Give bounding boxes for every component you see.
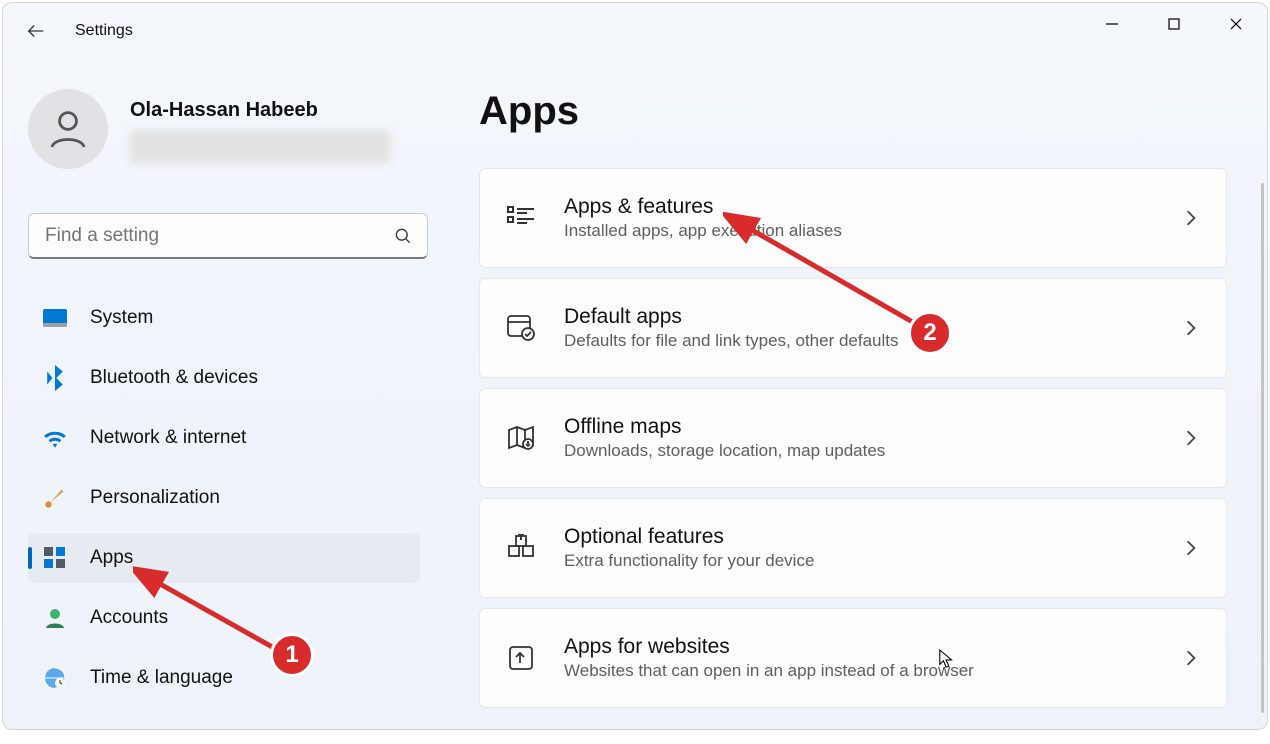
card-sub: Installed apps, app execution aliases <box>564 221 1182 241</box>
nav-label: System <box>90 307 153 329</box>
card-title: Offline maps <box>564 415 1182 439</box>
window-controls <box>1081 3 1267 45</box>
chevron-right-icon <box>1182 649 1200 667</box>
nav-label: Bluetooth & devices <box>90 367 258 389</box>
brush-icon <box>42 485 68 511</box>
minimize-button[interactable] <box>1081 3 1143 45</box>
card-optional-features[interactable]: Optional features Extra functionality fo… <box>479 498 1227 598</box>
nav-label: Personalization <box>90 487 220 509</box>
minimize-icon <box>1105 17 1119 31</box>
wifi-icon <box>42 425 68 451</box>
nav-label: Accounts <box>90 607 168 629</box>
person-icon <box>44 105 92 153</box>
nav-label: Apps <box>90 547 133 569</box>
clock-globe-icon <box>42 665 68 691</box>
avatar <box>28 89 108 169</box>
card-sub: Websites that can open in an app instead… <box>564 661 1182 681</box>
nav-system[interactable]: System <box>28 293 420 343</box>
main-panel: Apps Apps & features Installed apps, app… <box>435 59 1267 729</box>
optional-features-icon <box>506 533 536 563</box>
nav-list: System Bluetooth & devices Network & int… <box>28 293 420 703</box>
profile-name: Ola-Hassan Habeeb <box>130 99 390 122</box>
search-box[interactable] <box>28 213 428 259</box>
settings-window: Settings Ola-Hassan Habeeb <box>2 2 1268 730</box>
nav-personalization[interactable]: Personalization <box>28 473 420 523</box>
nav-apps[interactable]: Apps <box>28 533 420 583</box>
chevron-right-icon <box>1182 319 1200 337</box>
nav-bluetooth[interactable]: Bluetooth & devices <box>28 353 420 403</box>
chevron-right-icon <box>1182 539 1200 557</box>
map-icon <box>506 423 536 453</box>
nav-label: Network & internet <box>90 427 246 449</box>
card-title: Apps & features <box>564 195 1182 219</box>
search-input[interactable] <box>43 224 393 248</box>
chevron-right-icon <box>1182 429 1200 447</box>
page-heading: Apps <box>479 89 1227 134</box>
system-icon <box>42 305 68 331</box>
card-sub: Extra functionality for your device <box>564 551 1182 571</box>
card-sub: Defaults for file and link types, other … <box>564 331 1182 351</box>
title-bar: Settings <box>3 3 1267 59</box>
card-offline-maps[interactable]: Offline maps Downloads, storage location… <box>479 388 1227 488</box>
card-title: Apps for websites <box>564 635 1182 659</box>
card-apps-websites[interactable]: Apps for websites Websites that can open… <box>479 608 1227 708</box>
close-button[interactable] <box>1205 3 1267 45</box>
sidebar: Ola-Hassan Habeeb System <box>3 59 435 729</box>
maximize-button[interactable] <box>1143 3 1205 45</box>
content-area: Ola-Hassan Habeeb System <box>3 59 1267 729</box>
scrollbar[interactable] <box>1261 183 1264 713</box>
apps-websites-icon <box>506 643 536 673</box>
chevron-right-icon <box>1182 209 1200 227</box>
apps-icon <box>42 545 68 571</box>
default-apps-icon <box>506 313 536 343</box>
nav-network[interactable]: Network & internet <box>28 413 420 463</box>
back-button[interactable] <box>25 20 47 42</box>
close-icon <box>1229 17 1243 31</box>
app-title: Settings <box>75 22 133 40</box>
card-title: Default apps <box>564 305 1182 329</box>
nav-label: Time & language <box>90 667 233 689</box>
card-sub: Downloads, storage location, map updates <box>564 441 1182 461</box>
search-icon <box>393 226 413 246</box>
accounts-icon <box>42 605 68 631</box>
list-icon <box>506 203 536 233</box>
arrow-left-icon <box>25 20 47 42</box>
bluetooth-icon <box>42 365 68 391</box>
card-apps-features[interactable]: Apps & features Installed apps, app exec… <box>479 168 1227 268</box>
maximize-icon <box>1167 17 1181 31</box>
card-title: Optional features <box>564 525 1182 549</box>
nav-accounts[interactable]: Accounts <box>28 593 420 643</box>
card-default-apps[interactable]: Default apps Defaults for file and link … <box>479 278 1227 378</box>
nav-time[interactable]: Time & language <box>28 653 420 703</box>
profile-block[interactable]: Ola-Hassan Habeeb <box>28 89 420 169</box>
profile-email <box>130 130 390 164</box>
